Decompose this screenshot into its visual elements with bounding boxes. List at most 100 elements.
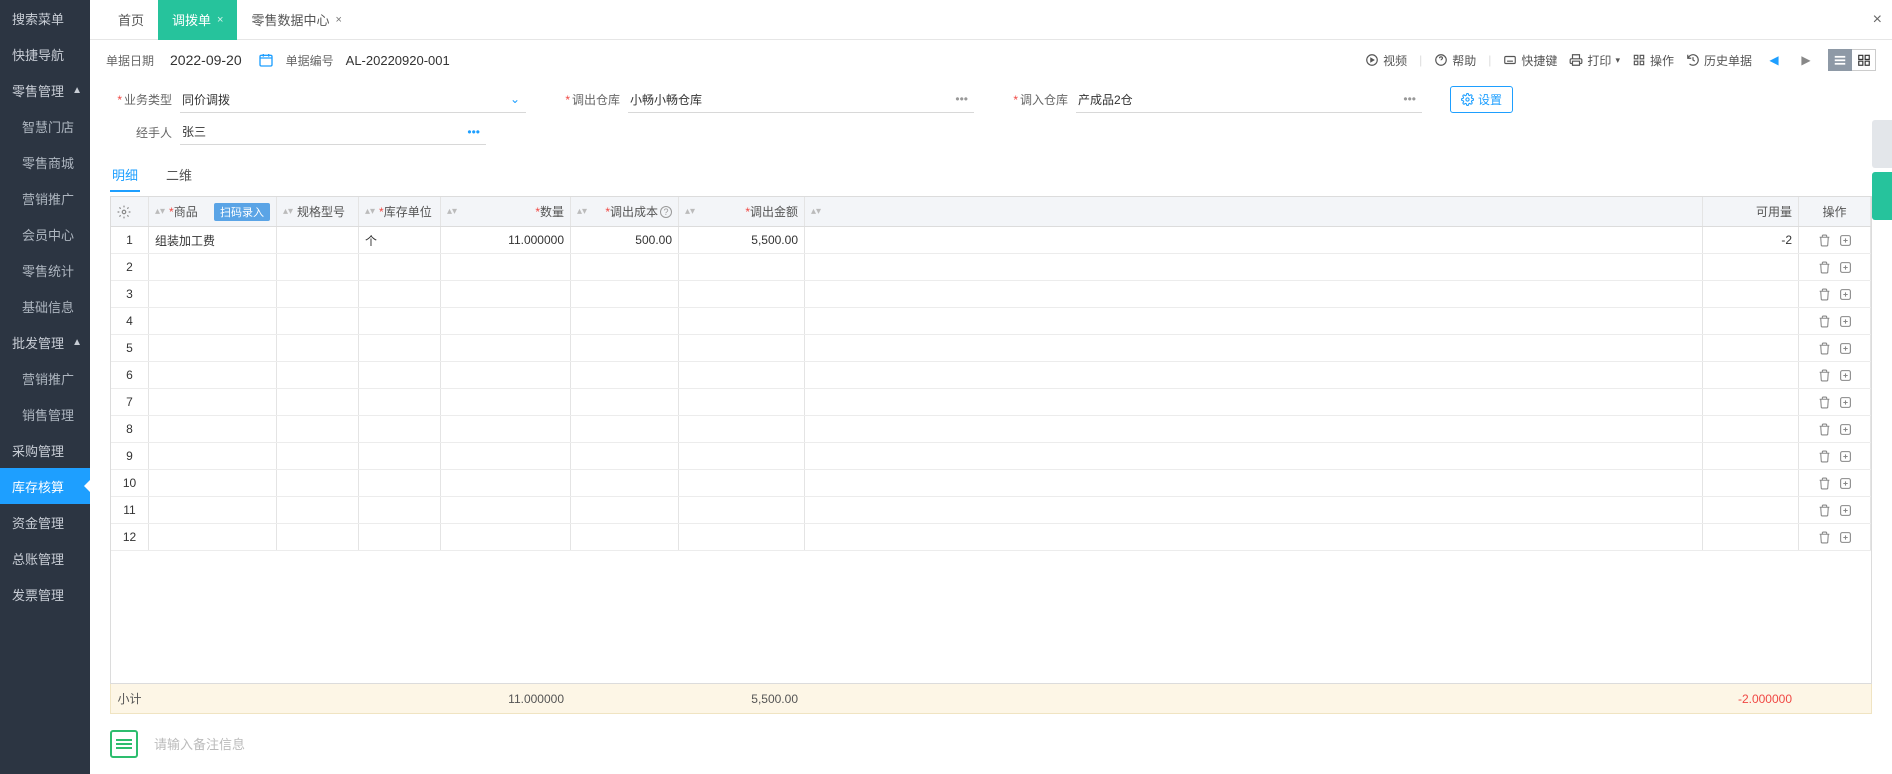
col-product[interactable]: ▴▾*商品扫码录入 xyxy=(149,197,277,226)
cell-qty[interactable]: 11.000000 xyxy=(441,227,571,253)
delete-row-icon[interactable] xyxy=(1818,531,1831,544)
sidebar-item-16[interactable]: 发票管理 xyxy=(0,576,90,612)
sidebar-item-6[interactable]: 会员中心 xyxy=(0,216,90,252)
table-row[interactable]: 1组装加工费个11.000000500.005,500.00-2 xyxy=(111,227,1871,254)
scan-entry-button[interactable]: 扫码录入 xyxy=(214,203,270,221)
delete-row-icon[interactable] xyxy=(1818,477,1831,490)
table-row[interactable]: 6 xyxy=(111,362,1871,389)
col-amount[interactable]: ▴▾*调出金额 xyxy=(679,197,805,226)
add-row-icon[interactable] xyxy=(1839,234,1852,247)
history-button[interactable]: 历史单据 xyxy=(1686,52,1752,69)
sidebar-item-4[interactable]: 零售商城 xyxy=(0,144,90,180)
sidebar-item-3[interactable]: 智慧门店 xyxy=(0,108,90,144)
operate-button[interactable]: 操作 xyxy=(1632,52,1674,69)
out-wh-input[interactable]: 小畅小畅仓库••• xyxy=(628,87,974,113)
cell-spec[interactable] xyxy=(277,227,359,253)
sidebar-item-1[interactable]: 快捷导航 xyxy=(0,36,90,72)
calendar-icon[interactable] xyxy=(258,52,274,68)
cell-unit[interactable]: 个 xyxy=(359,227,441,253)
table-row[interactable]: 12 xyxy=(111,524,1871,551)
rail-button-1[interactable] xyxy=(1872,120,1892,168)
table-row[interactable]: 4 xyxy=(111,308,1871,335)
tab-1[interactable]: 调拨单× xyxy=(158,0,237,40)
add-row-icon[interactable] xyxy=(1839,396,1852,409)
video-button[interactable]: 视频 xyxy=(1365,52,1407,69)
col-qty[interactable]: ▴▾*数量 xyxy=(441,197,571,226)
cell-amount[interactable]: 5,500.00 xyxy=(679,227,805,253)
delete-row-icon[interactable] xyxy=(1818,315,1831,328)
delete-row-icon[interactable] xyxy=(1818,423,1831,436)
more-icon[interactable]: ••• xyxy=(951,92,972,106)
sidebar-item-2[interactable]: 零售管理▲ xyxy=(0,72,90,108)
add-row-icon[interactable] xyxy=(1839,477,1852,490)
close-all-tabs[interactable]: × xyxy=(1873,11,1882,29)
sidebar-item-10[interactable]: 营销推广 xyxy=(0,360,90,396)
cell-product[interactable]: 组装加工费 xyxy=(149,227,277,253)
sidebar-item-8[interactable]: 基础信息 xyxy=(0,288,90,324)
next-doc-button[interactable]: ▶ xyxy=(1796,50,1816,70)
col-avail[interactable]: 可用量 xyxy=(1703,197,1799,226)
delete-row-icon[interactable] xyxy=(1818,504,1831,517)
add-row-icon[interactable] xyxy=(1839,342,1852,355)
tab-0[interactable]: 首页 xyxy=(104,0,158,40)
col-cost[interactable]: ▴▾*调出成本? xyxy=(571,197,679,226)
add-row-icon[interactable] xyxy=(1839,315,1852,328)
column-config-button[interactable] xyxy=(111,197,149,226)
add-row-icon[interactable] xyxy=(1839,261,1852,274)
shortcut-button[interactable]: 快捷键 xyxy=(1503,52,1557,69)
sidebar-item-15[interactable]: 总账管理 xyxy=(0,540,90,576)
add-row-icon[interactable] xyxy=(1839,369,1852,382)
info-icon[interactable]: ? xyxy=(660,206,672,218)
delete-row-icon[interactable] xyxy=(1818,369,1831,382)
add-row-icon[interactable] xyxy=(1839,450,1852,463)
delete-row-icon[interactable] xyxy=(1818,261,1831,274)
table-row[interactable]: 5 xyxy=(111,335,1871,362)
delete-row-icon[interactable] xyxy=(1818,288,1831,301)
note-icon[interactable] xyxy=(110,730,138,758)
prev-doc-button[interactable]: ◀ xyxy=(1764,50,1784,70)
tab-2[interactable]: 零售数据中心× xyxy=(237,0,355,40)
card-view-button[interactable] xyxy=(1852,49,1876,71)
remark-input[interactable] xyxy=(154,737,1872,752)
col-unit[interactable]: ▴▾*库存单位 xyxy=(359,197,441,226)
col-spec[interactable]: ▴▾规格型号 xyxy=(277,197,359,226)
biz-type-input[interactable]: 同价调拨⌄ xyxy=(180,87,526,113)
delete-row-icon[interactable] xyxy=(1818,396,1831,409)
table-row[interactable]: 11 xyxy=(111,497,1871,524)
date-value[interactable]: 2022-09-20 xyxy=(166,50,246,71)
table-row[interactable]: 10 xyxy=(111,470,1871,497)
delete-row-icon[interactable] xyxy=(1818,342,1831,355)
help-button[interactable]: 帮助 xyxy=(1434,52,1476,69)
list-view-button[interactable] xyxy=(1828,49,1852,71)
sidebar-item-0[interactable]: 搜索菜单 xyxy=(0,0,90,36)
sidebar-item-11[interactable]: 销售管理 xyxy=(0,396,90,432)
settings-button[interactable]: 设置 xyxy=(1450,86,1513,113)
delete-row-icon[interactable] xyxy=(1818,450,1831,463)
cell-cost[interactable]: 500.00 xyxy=(571,227,679,253)
table-row[interactable]: 3 xyxy=(111,281,1871,308)
table-row[interactable]: 2 xyxy=(111,254,1871,281)
print-button[interactable]: 打印▾ xyxy=(1569,52,1620,69)
sidebar-item-12[interactable]: 采购管理 xyxy=(0,432,90,468)
add-row-icon[interactable] xyxy=(1839,531,1852,544)
table-row[interactable]: 7 xyxy=(111,389,1871,416)
subtab-0[interactable]: 明细 xyxy=(110,159,140,192)
add-row-icon[interactable] xyxy=(1839,504,1852,517)
in-wh-input[interactable]: 产成品2仓••• xyxy=(1076,87,1422,113)
table-row[interactable]: 8 xyxy=(111,416,1871,443)
sidebar-item-13[interactable]: 库存核算 xyxy=(0,468,90,504)
sidebar-item-9[interactable]: 批发管理▲ xyxy=(0,324,90,360)
rail-button-2[interactable] xyxy=(1872,172,1892,220)
chevron-down-icon[interactable]: ⌄ xyxy=(506,92,524,106)
close-icon[interactable]: × xyxy=(217,14,223,26)
close-icon[interactable]: × xyxy=(335,14,341,26)
add-row-icon[interactable] xyxy=(1839,288,1852,301)
more-icon[interactable]: ••• xyxy=(1399,92,1420,106)
subtab-1[interactable]: 二维 xyxy=(164,159,194,192)
sidebar-item-7[interactable]: 零售统计 xyxy=(0,252,90,288)
more-icon[interactable]: ••• xyxy=(463,125,484,139)
sidebar-item-5[interactable]: 营销推广 xyxy=(0,180,90,216)
delete-row-icon[interactable] xyxy=(1818,234,1831,247)
table-row[interactable]: 9 xyxy=(111,443,1871,470)
sidebar-item-14[interactable]: 资金管理 xyxy=(0,504,90,540)
